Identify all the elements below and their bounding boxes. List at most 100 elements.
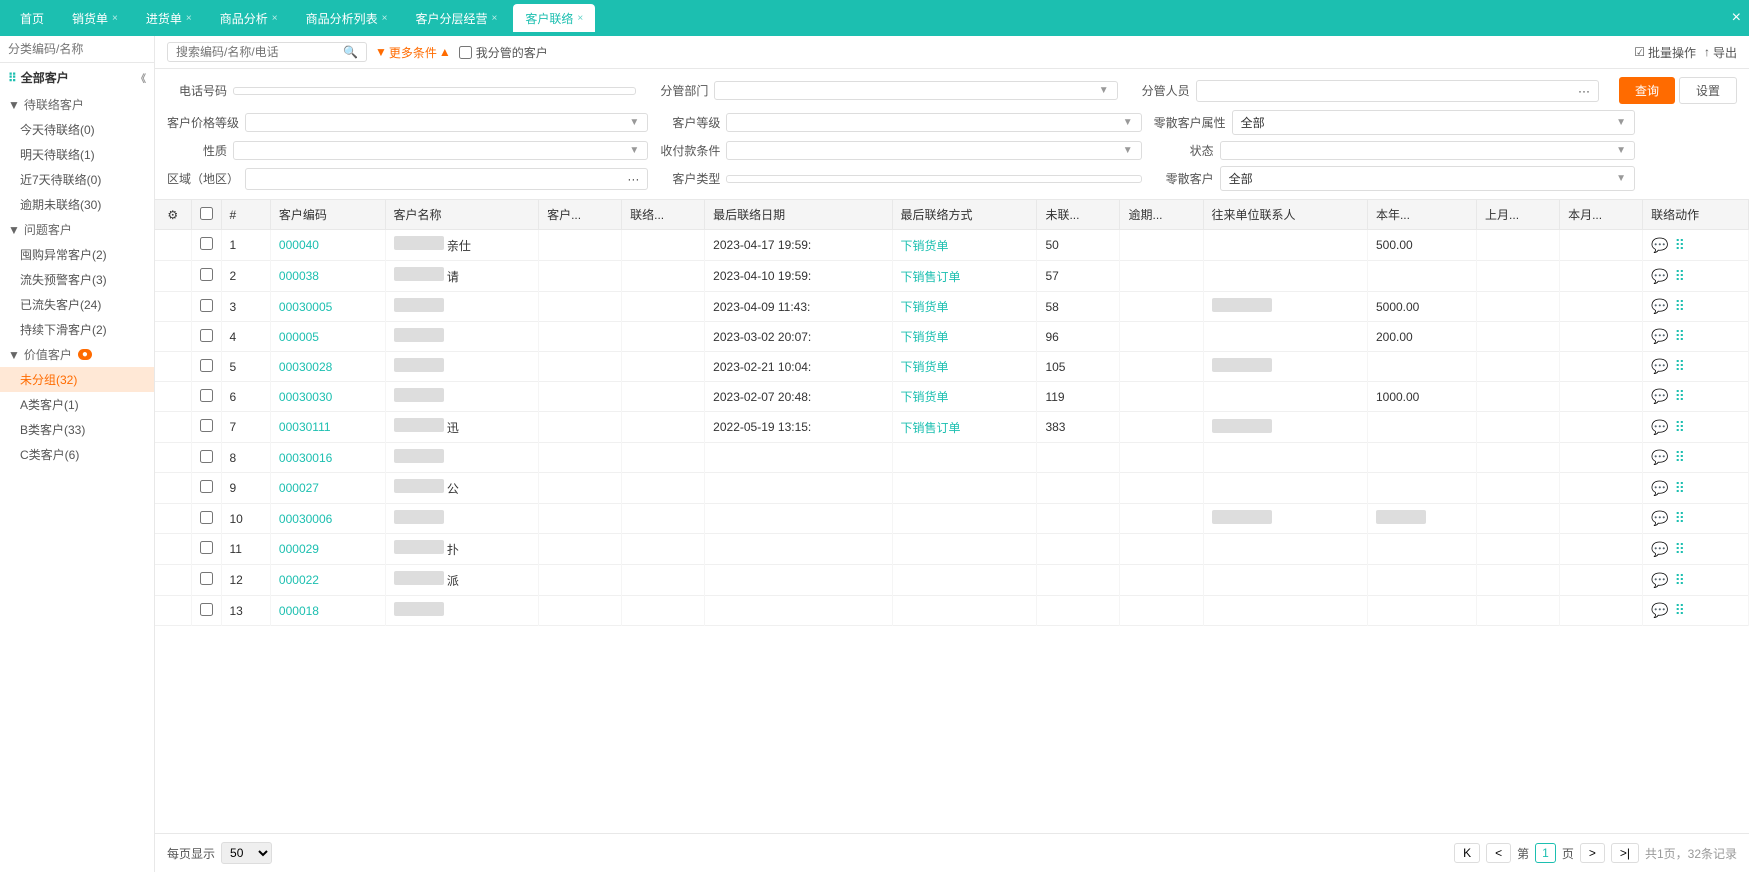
contact-more-icon[interactable]: ⠿ — [1675, 572, 1685, 589]
tab-product-analysis[interactable]: 商品分析 × — [208, 4, 290, 32]
contact-chat-icon[interactable]: 💬 — [1651, 358, 1668, 375]
row-last-method[interactable]: 下销货单 — [892, 382, 1037, 412]
row-customer-code[interactable]: 00030111 — [270, 412, 385, 443]
contact-chat-icon[interactable]: 💬 — [1651, 572, 1668, 589]
filter-retail-attr-select[interactable]: 全部 ▼ — [1232, 110, 1635, 135]
col-checkbox[interactable] — [191, 200, 221, 230]
batch-operations-button[interactable]: ☑ 批量操作 — [1634, 44, 1696, 61]
search-input[interactable] — [176, 45, 339, 59]
row-customer-code[interactable]: 00030006 — [270, 504, 385, 534]
col-last-contact-method[interactable]: 最后联络方式 — [892, 200, 1037, 230]
filter-nature-select[interactable]: ▼ — [233, 141, 648, 160]
sidebar-item-today-contact[interactable]: 今天待联络(0) — [0, 117, 154, 142]
row-customer-code[interactable]: 000027 — [270, 473, 385, 504]
col-customer-name[interactable]: 客户名称 — [385, 200, 539, 230]
col-this-year[interactable]: 本年... — [1367, 200, 1476, 230]
col-contact[interactable]: 联络... — [622, 200, 705, 230]
page-size-select[interactable]: 50 100 200 — [221, 842, 272, 864]
contact-chat-icon[interactable]: 💬 — [1651, 237, 1668, 254]
sidebar-item-type-a[interactable]: A类客户(1) — [0, 392, 154, 417]
row-checkbox[interactable] — [200, 389, 213, 402]
prev-page-button[interactable]: < — [1486, 843, 1511, 863]
sidebar-search-input[interactable] — [8, 42, 155, 56]
contact-chat-icon[interactable]: 💬 — [1651, 419, 1668, 436]
col-contact-action[interactable]: 联络动作 — [1643, 200, 1749, 230]
my-customers-checkbox[interactable] — [459, 46, 472, 59]
col-customer-type[interactable]: 客户... — [539, 200, 622, 230]
filter-person-select[interactable]: ··· — [1196, 80, 1599, 102]
filter-status-select[interactable]: ▼ — [1220, 141, 1635, 160]
row-checkbox[interactable] — [200, 603, 213, 616]
row-customer-code[interactable]: 000022 — [270, 565, 385, 596]
search-button-icon[interactable]: 🔍 — [343, 45, 358, 59]
tab-home[interactable]: 首页 — [8, 4, 56, 32]
first-page-button[interactable]: K — [1454, 843, 1480, 863]
query-button[interactable]: 查询 — [1619, 77, 1675, 104]
filter-retail-customer-select[interactable]: 全部 ▼ — [1220, 166, 1635, 191]
tab-customer-contact[interactable]: 客户联络 × — [513, 4, 595, 32]
last-method-link[interactable]: 下销货单 — [901, 300, 949, 314]
reset-button[interactable]: 设置 — [1679, 77, 1737, 104]
last-method-link[interactable]: 下销货单 — [901, 239, 949, 253]
next-page-button[interactable]: > — [1580, 843, 1605, 863]
col-this-month[interactable]: 本月... — [1560, 200, 1643, 230]
contact-chat-icon[interactable]: 💬 — [1651, 510, 1668, 527]
contact-more-icon[interactable]: ⠿ — [1675, 541, 1685, 558]
row-checkbox[interactable] — [200, 541, 213, 554]
more-conditions-button[interactable]: ▼ 更多条件 ▲ — [375, 44, 451, 61]
row-checkbox[interactable] — [200, 480, 213, 493]
sidebar-item-churn-warning[interactable]: 流失预警客户(3) — [0, 267, 154, 292]
row-checkbox[interactable] — [200, 359, 213, 372]
filter-customer-type-select[interactable] — [726, 175, 1141, 183]
filter-price-level-select[interactable]: ▼ — [245, 113, 648, 132]
row-checkbox[interactable] — [200, 419, 213, 432]
row-customer-code[interactable]: 00030030 — [270, 382, 385, 412]
filter-phone-input[interactable] — [233, 87, 636, 95]
contact-chat-icon[interactable]: 💬 — [1651, 298, 1668, 315]
close-all-tabs-button[interactable]: × — [1732, 9, 1741, 27]
select-all-checkbox[interactable] — [200, 207, 213, 220]
row-checkbox[interactable] — [200, 572, 213, 585]
sidebar-item-type-c[interactable]: C类客户(6) — [0, 442, 154, 467]
close-customer-segment-tab-icon[interactable]: × — [491, 13, 497, 24]
contact-chat-icon[interactable]: 💬 — [1651, 449, 1668, 466]
sidebar-item-churned[interactable]: 已流失客户(24) — [0, 292, 154, 317]
filter-dept-select[interactable]: ▼ — [714, 81, 1117, 100]
row-checkbox[interactable] — [200, 299, 213, 312]
contact-more-icon[interactable]: ⠿ — [1675, 419, 1685, 436]
col-overdue[interactable]: 逾期... — [1120, 200, 1203, 230]
close-purchase-tab-icon[interactable]: × — [186, 13, 192, 24]
row-checkbox[interactable] — [200, 268, 213, 281]
tab-product-analysis-list[interactable]: 商品分析列表 × — [294, 4, 400, 32]
contact-more-icon[interactable]: ⠿ — [1675, 268, 1685, 285]
row-customer-code[interactable]: 00030028 — [270, 352, 385, 382]
filter-customer-level-select[interactable]: ▼ — [726, 113, 1141, 132]
row-checkbox[interactable] — [200, 511, 213, 524]
close-sales-tab-icon[interactable]: × — [112, 13, 118, 24]
contact-more-icon[interactable]: ⠿ — [1675, 510, 1685, 527]
close-customer-contact-tab-icon[interactable]: × — [577, 13, 583, 24]
sidebar-group-value-customers[interactable]: ▼ 价值客户 ● — [0, 342, 154, 367]
sidebar-item-hoarding-anomaly[interactable]: 囤购异常客户(2) — [0, 242, 154, 267]
col-customer-code[interactable]: 客户编码 — [270, 200, 385, 230]
sidebar-group-problem-customers[interactable]: ▼ 问题客户 — [0, 217, 154, 242]
row-last-method[interactable]: 下销货单 — [892, 292, 1037, 322]
contact-chat-icon[interactable]: 💬 — [1651, 268, 1668, 285]
row-customer-code[interactable]: 000029 — [270, 534, 385, 565]
sidebar-item-ungrouped[interactable]: 未分组(32) — [0, 367, 154, 392]
contact-more-icon[interactable]: ⠿ — [1675, 298, 1685, 315]
contact-more-icon[interactable]: ⠿ — [1675, 388, 1685, 405]
row-customer-code[interactable]: 000018 — [270, 596, 385, 626]
contact-more-icon[interactable]: ⠿ — [1675, 237, 1685, 254]
row-customer-code[interactable]: 000040 — [270, 230, 385, 261]
last-page-button[interactable]: >| — [1611, 843, 1639, 863]
sidebar-item-overdue-contact[interactable]: 逾期未联络(30) — [0, 192, 154, 217]
filter-region-select[interactable]: ··· — [245, 168, 648, 190]
contact-more-icon[interactable]: ⠿ — [1675, 602, 1685, 619]
last-method-link[interactable]: 下销售订单 — [901, 421, 961, 435]
last-method-link[interactable]: 下销售订单 — [901, 270, 961, 284]
contact-chat-icon[interactable]: 💬 — [1651, 388, 1668, 405]
contact-chat-icon[interactable]: 💬 — [1651, 541, 1668, 558]
col-settings[interactable]: ⚙ — [155, 200, 191, 230]
last-method-link[interactable]: 下销货单 — [901, 330, 949, 344]
